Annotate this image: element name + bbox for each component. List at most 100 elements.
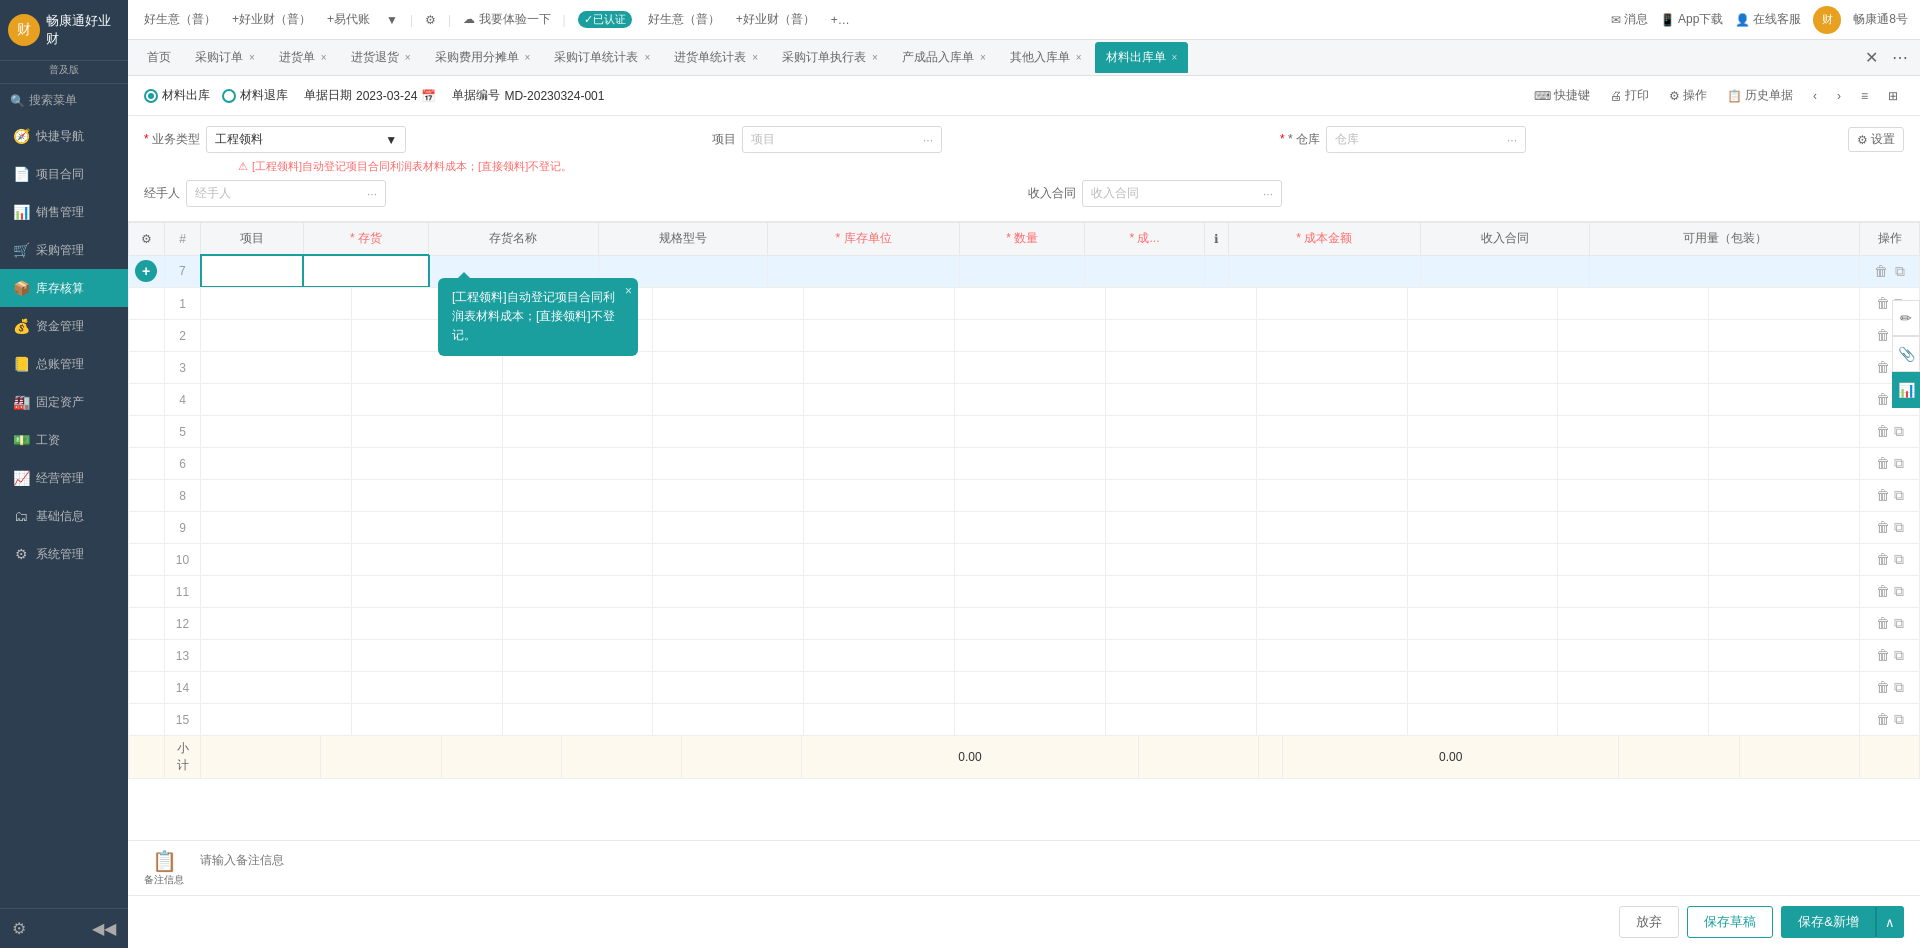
row-inv-name-cell[interactable] <box>502 576 653 608</box>
row-project-cell[interactable] <box>201 352 352 384</box>
row-spec-cell[interactable] <box>653 704 804 736</box>
right-chart-btn[interactable]: 📊 <box>1892 372 1920 408</box>
row-inv-cell[interactable] <box>351 704 502 736</box>
topbar-haoyecai2[interactable]: +好业财（普） <box>732 11 819 28</box>
row-cost-amount-cell[interactable] <box>1407 416 1558 448</box>
row-qty-cell[interactable] <box>955 608 1106 640</box>
row-inv-cell[interactable] <box>351 352 502 384</box>
row-qty-cell[interactable] <box>955 448 1106 480</box>
topbar-haoshengyi2[interactable]: 好生意（普） <box>644 11 724 28</box>
row-income-contract-cell[interactable] <box>1558 640 1709 672</box>
row-unit-cell[interactable] <box>804 704 955 736</box>
settings-bottom-btn[interactable]: ⚙ <box>12 919 26 938</box>
copy-row-btn[interactable]: ⧉ <box>1894 679 1904 695</box>
row-income-contract-cell[interactable] <box>1558 512 1709 544</box>
tab-purchase-order[interactable]: 采购订单 × <box>184 42 266 73</box>
row-cost-amount-cell[interactable] <box>1407 640 1558 672</box>
copy-row-btn[interactable]: ⧉ <box>1894 583 1904 599</box>
row-cost-amount-cell[interactable] <box>1407 320 1558 352</box>
delete-row-btn[interactable]: 🗑 <box>1876 519 1890 535</box>
row-qty-cell[interactable] <box>955 704 1106 736</box>
row-income-contract-cell[interactable] <box>1558 608 1709 640</box>
sidebar-item-inventory[interactable]: 📦 库存核算 <box>0 269 128 307</box>
row-project-cell[interactable] <box>201 384 352 416</box>
shortcut-btn[interactable]: ⌨ 快捷键 <box>1528 84 1596 107</box>
tab-close-icon[interactable]: × <box>249 52 255 63</box>
row-inv-name-cell[interactable] <box>502 480 653 512</box>
tab-close-icon[interactable]: × <box>321 52 327 63</box>
row-cost-amount-cell[interactable] <box>1407 672 1558 704</box>
row-inv-name-cell[interactable] <box>502 672 653 704</box>
row-qty-cell[interactable] <box>955 544 1106 576</box>
row-qty-cell[interactable] <box>955 288 1106 320</box>
row-spec-cell[interactable] <box>653 320 804 352</box>
row-project-cell[interactable] <box>201 255 304 287</box>
row-cost-amount-cell[interactable] <box>1407 576 1558 608</box>
row-cost-amount-cell[interactable] <box>1407 512 1558 544</box>
row-unit-cell[interactable] <box>804 320 955 352</box>
row-cost-cell[interactable] <box>1105 512 1256 544</box>
sidebar-item-purchase[interactable]: 🛒 采购管理 <box>0 231 128 269</box>
row-income-contract-cell[interactable] <box>1558 416 1709 448</box>
row-spec-cell[interactable] <box>653 352 804 384</box>
row-cost-cell[interactable] <box>1105 288 1256 320</box>
delete-row-btn[interactable]: 🗑 <box>1874 263 1888 279</box>
sidebar-item-payroll[interactable]: 💵 工资 <box>0 421 128 459</box>
row-income-contract-cell[interactable] <box>1558 448 1709 480</box>
row-income-contract-cell[interactable] <box>1558 480 1709 512</box>
row-project-cell[interactable] <box>201 704 352 736</box>
calendar-icon[interactable]: 📅 <box>421 89 436 103</box>
sidebar-item-system[interactable]: ⚙ 系统管理 <box>0 535 128 573</box>
row-inv-cell[interactable] <box>351 608 502 640</box>
col-settings[interactable]: ⚙ <box>129 223 165 256</box>
nav-tabs-btn[interactable]: ⋯ <box>1888 46 1912 69</box>
tab-close-icon[interactable]: × <box>1076 52 1082 63</box>
online-service-btn[interactable]: 👤 在线客服 <box>1735 11 1801 28</box>
copy-row-btn[interactable]: ⧉ <box>1894 455 1904 471</box>
sidebar-item-ops[interactable]: 📈 经营管理 <box>0 459 128 497</box>
row-project-cell[interactable] <box>201 480 352 512</box>
row-income-contract-cell[interactable] <box>1558 320 1709 352</box>
row-cost-cell[interactable] <box>1105 384 1256 416</box>
save-draft-button[interactable]: 保存草稿 <box>1687 906 1773 938</box>
row-project-cell[interactable] <box>201 512 352 544</box>
row-qty-cell[interactable] <box>955 512 1106 544</box>
delete-row-btn[interactable]: 🗑 <box>1876 359 1890 375</box>
row-cost-cell[interactable] <box>1105 352 1256 384</box>
row-spec-cell[interactable] <box>653 384 804 416</box>
delete-row-btn[interactable]: 🗑 <box>1876 295 1890 311</box>
row-inv-name-cell[interactable] <box>502 544 653 576</box>
delete-row-btn[interactable]: 🗑 <box>1876 551 1890 567</box>
message-btn[interactable]: ✉ 消息 <box>1611 11 1648 28</box>
row-spec-cell[interactable] <box>653 576 804 608</box>
row-cost-amount-cell[interactable] <box>1407 704 1558 736</box>
row-project-cell[interactable] <box>201 320 352 352</box>
row-unit-cell[interactable] <box>804 672 955 704</box>
row-inv-name-cell[interactable] <box>502 448 653 480</box>
row-cost-amount-cell[interactable] <box>1407 288 1558 320</box>
notes-input[interactable] <box>196 849 1904 871</box>
copy-row-btn[interactable]: ⧉ <box>1894 423 1904 439</box>
row-cost-cell[interactable] <box>1105 448 1256 480</box>
delete-row-btn[interactable]: 🗑 <box>1876 711 1890 727</box>
warehouse-input[interactable]: 仓库 ··· <box>1326 126 1526 153</box>
row-spec-cell[interactable] <box>653 608 804 640</box>
prev-btn[interactable]: ‹ <box>1807 86 1823 106</box>
copy-row-btn[interactable]: ⧉ <box>1895 263 1905 279</box>
row-qty-cell[interactable] <box>955 480 1106 512</box>
row-qty-cell[interactable] <box>955 352 1106 384</box>
row-cost-amount-cell[interactable] <box>1407 352 1558 384</box>
row-income-contract-cell[interactable] <box>1558 672 1709 704</box>
tab-home[interactable]: 首页 <box>136 42 182 73</box>
tab-close-icon[interactable]: × <box>525 52 531 63</box>
row-cost-cell[interactable] <box>1105 704 1256 736</box>
row-cost-cell[interactable] <box>1105 640 1256 672</box>
row-spec-cell[interactable] <box>653 416 804 448</box>
row-cost-cell[interactable] <box>1105 608 1256 640</box>
row-income-contract-cell[interactable] <box>1420 255 1590 287</box>
copy-row-btn[interactable]: ⧉ <box>1894 551 1904 567</box>
tab-close-icon[interactable]: × <box>644 52 650 63</box>
row-income-contract-cell[interactable] <box>1558 288 1709 320</box>
row-inv-cell[interactable] <box>351 384 502 416</box>
row-cost-cell[interactable] <box>1105 320 1256 352</box>
